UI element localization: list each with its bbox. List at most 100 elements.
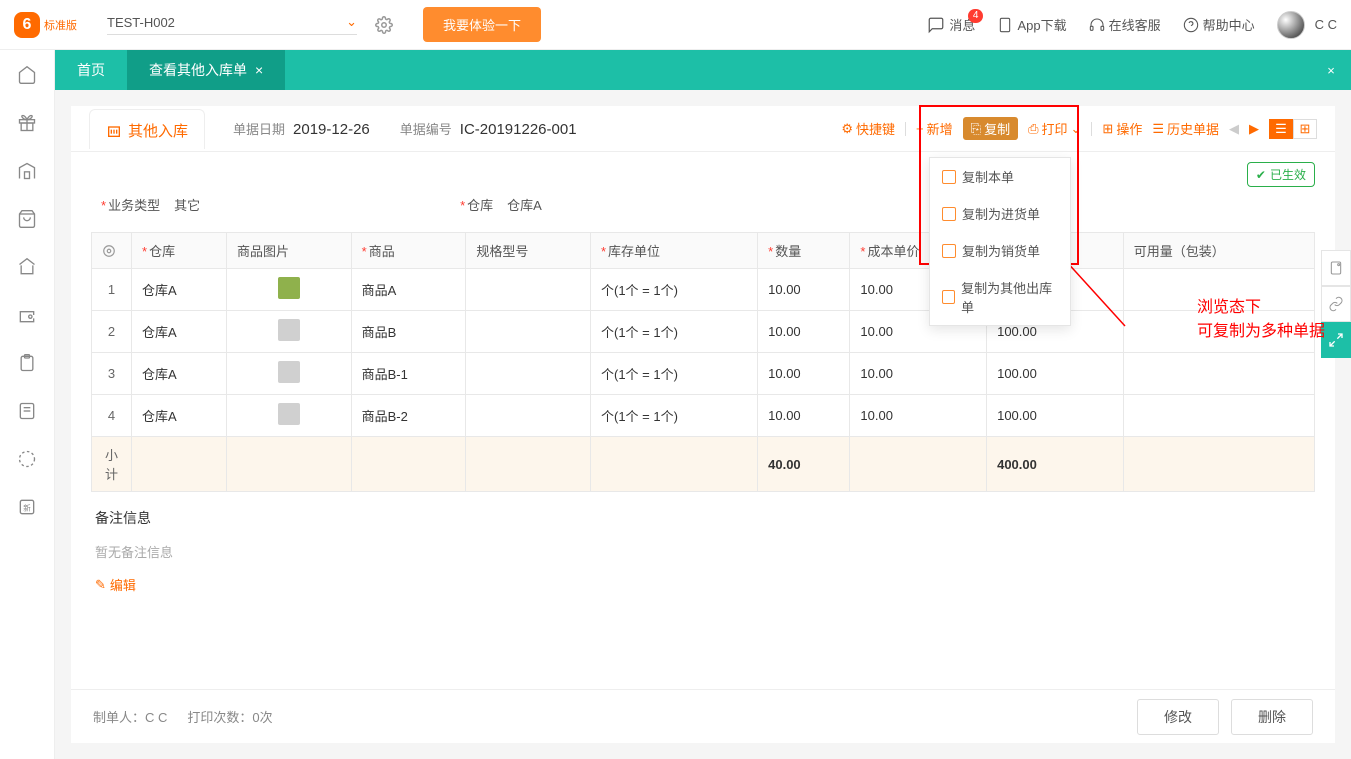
modify-button[interactable]: 修改 <box>1137 699 1219 735</box>
cell-qty: 10.00 <box>758 395 850 437</box>
footer-info: 制单人：C C 打印次数：0次 <box>93 707 273 726</box>
rail-link-icon[interactable] <box>1321 286 1351 322</box>
table-wrap: *仓库 商品图片 *商品 规格型号 *库存单位 *数量 *成本单价 *成本金额 … <box>71 232 1335 492</box>
location-value: TEST-H002 <box>107 15 175 30</box>
help-icon <box>1183 17 1199 33</box>
tab-label: 首页 <box>77 60 105 80</box>
remarks-title: 备注信息 <box>95 508 1311 528</box>
creator-value: C C <box>145 710 167 725</box>
cell-available <box>1123 395 1314 437</box>
rail-note-icon[interactable] <box>1321 250 1351 286</box>
cell-price: 10.00 <box>850 395 987 437</box>
th-gear[interactable] <box>92 233 132 269</box>
view-toggle: ☰ ⊞ <box>1269 119 1317 139</box>
footer: 制单人：C C 打印次数：0次 修改 删除 <box>71 689 1335 743</box>
copy-dropdown: 复制本单 复制为进货单 复制为销货单 复制为其他出库单 <box>929 157 1071 326</box>
sidebar-gift-icon[interactable] <box>16 112 38 134</box>
gear-icon[interactable] <box>375 16 393 34</box>
date-label: 单据日期 <box>233 122 285 137</box>
page-card: 其他入库 单据日期2019-12-26 单据编号IC-20191226-001 … <box>71 106 1335 743</box>
cell-warehouse: 仓库A <box>132 311 227 353</box>
th-image: 商品图片 <box>227 233 352 269</box>
chevron-down-icon: ⌄ <box>1071 121 1082 137</box>
edit-icon: ✎ <box>95 577 106 593</box>
grid-view-icon[interactable]: ⊞ <box>1293 119 1317 139</box>
cell-product: 商品B-1 <box>351 353 466 395</box>
user-menu[interactable]: C C <box>1277 11 1337 39</box>
sidebar-refresh-icon[interactable] <box>16 448 38 470</box>
cell-amount: 100.00 <box>987 353 1124 395</box>
list-icon: ☰ <box>1152 121 1164 137</box>
top-header: 6 标准版 TEST-H002 ⌄ 我要体验一下 消息 4 App下载 在线客服 <box>0 0 1351 50</box>
cell-qty: 10.00 <box>758 311 850 353</box>
cell-image <box>227 353 352 395</box>
date-value: 2019-12-26 <box>293 121 370 138</box>
prev-button[interactable]: ◀ <box>1229 121 1239 137</box>
edit-remarks-button[interactable]: ✎编辑 <box>95 575 1311 594</box>
status-badge: ✔已生效 <box>1247 162 1315 187</box>
table-row[interactable]: 1 仓库A 商品A 个(1个 = 1个) 10.00 10.00 100.00 <box>92 269 1315 311</box>
row-index: 1 <box>92 269 132 311</box>
cell-unit: 个(1个 = 1个) <box>590 395 757 437</box>
cell-spec <box>466 353 591 395</box>
location-select[interactable]: TEST-H002 ⌄ <box>107 14 357 35</box>
operate-button[interactable]: ⊞操作 <box>1102 119 1142 138</box>
service-button[interactable]: 在线客服 <box>1089 15 1161 34</box>
sidebar-bag-icon[interactable] <box>16 208 38 230</box>
cell-qty: 10.00 <box>758 269 850 311</box>
subtotal-label: 小计 <box>92 437 132 492</box>
print-button[interactable]: ⎙打印⌄ <box>1028 119 1081 138</box>
cell-unit: 个(1个 = 1个) <box>590 311 757 353</box>
tab-home[interactable]: 首页 <box>55 50 127 90</box>
tabs-bar: 首页 查看其他入库单 × × <box>55 50 1351 90</box>
history-button[interactable]: ☰历史单据 <box>1152 119 1219 138</box>
biz-type-label: 业务类型 <box>108 198 160 213</box>
th-qty: *数量 <box>758 233 850 269</box>
sidebar-warehouse-icon[interactable] <box>16 160 38 182</box>
dropdown-copy-purchase[interactable]: 复制为进货单 <box>930 195 1070 232</box>
tab-view-stockin[interactable]: 查看其他入库单 × <box>127 50 285 90</box>
avatar <box>1277 11 1305 39</box>
cell-price: 10.00 <box>850 353 987 395</box>
doc-meta: 单据日期2019-12-26 单据编号IC-20191226-001 <box>233 119 577 138</box>
sidebar-new-icon[interactable]: 新 <box>16 496 38 518</box>
shortcut-button[interactable]: ⚙快捷键 <box>841 119 895 138</box>
table-row[interactable]: 4 仓库A 商品B-2 个(1个 = 1个) 10.00 10.00 100.0… <box>92 395 1315 437</box>
message-button[interactable]: 消息 4 <box>927 15 975 34</box>
next-button[interactable]: ▶ <box>1249 121 1259 137</box>
sidebar-report-icon[interactable] <box>16 400 38 422</box>
tab-label: 查看其他入库单 <box>149 60 247 80</box>
list-view-icon[interactable]: ☰ <box>1269 119 1293 139</box>
card-title-tab: 其他入库 <box>89 109 205 149</box>
dropdown-copy-stockout[interactable]: 复制为其他出库单 <box>930 269 1070 325</box>
app-download-button[interactable]: App下载 <box>997 15 1066 34</box>
sidebar-clipboard-icon[interactable] <box>16 352 38 374</box>
cell-product: 商品B <box>351 311 466 353</box>
card-title: 其他入库 <box>128 120 188 141</box>
sidebar-money-icon[interactable] <box>16 304 38 326</box>
dropdown-copy-sales[interactable]: 复制为销货单 <box>930 232 1070 269</box>
table-header-row: *仓库 商品图片 *商品 规格型号 *库存单位 *数量 *成本单价 *成本金额 … <box>92 233 1315 269</box>
sidebar-house-icon[interactable] <box>16 256 38 278</box>
svg-text:新: 新 <box>23 502 31 512</box>
delete-button[interactable]: 删除 <box>1231 699 1313 735</box>
rail-expand-icon[interactable] <box>1321 322 1351 358</box>
help-button[interactable]: 帮助中心 <box>1183 15 1255 34</box>
close-all-icon[interactable]: × <box>1311 50 1351 90</box>
table-row[interactable]: 3 仓库A 商品B-1 个(1个 = 1个) 10.00 10.00 100.0… <box>92 353 1315 395</box>
th-unit: *库存单位 <box>590 233 757 269</box>
new-button[interactable]: +新增 <box>916 119 953 138</box>
table-row[interactable]: 2 仓库A 商品B 个(1个 = 1个) 10.00 10.00 100.00 <box>92 311 1315 353</box>
close-icon[interactable]: × <box>255 62 263 78</box>
try-button[interactable]: 我要体验一下 <box>423 7 541 42</box>
dropdown-copy-self[interactable]: 复制本单 <box>930 158 1070 195</box>
doc-icon <box>942 290 955 304</box>
remarks-section: 备注信息 暂无备注信息 ✎编辑 <box>71 492 1335 610</box>
phone-icon <box>997 17 1013 33</box>
cell-unit: 个(1个 = 1个) <box>590 269 757 311</box>
copy-button[interactable]: ⎘复制 <box>963 117 1018 140</box>
cell-warehouse: 仓库A <box>132 395 227 437</box>
warehouse-value: 仓库A <box>507 195 542 214</box>
th-available: 可用量（包装） <box>1123 233 1314 269</box>
sidebar-home-icon[interactable] <box>16 64 38 86</box>
